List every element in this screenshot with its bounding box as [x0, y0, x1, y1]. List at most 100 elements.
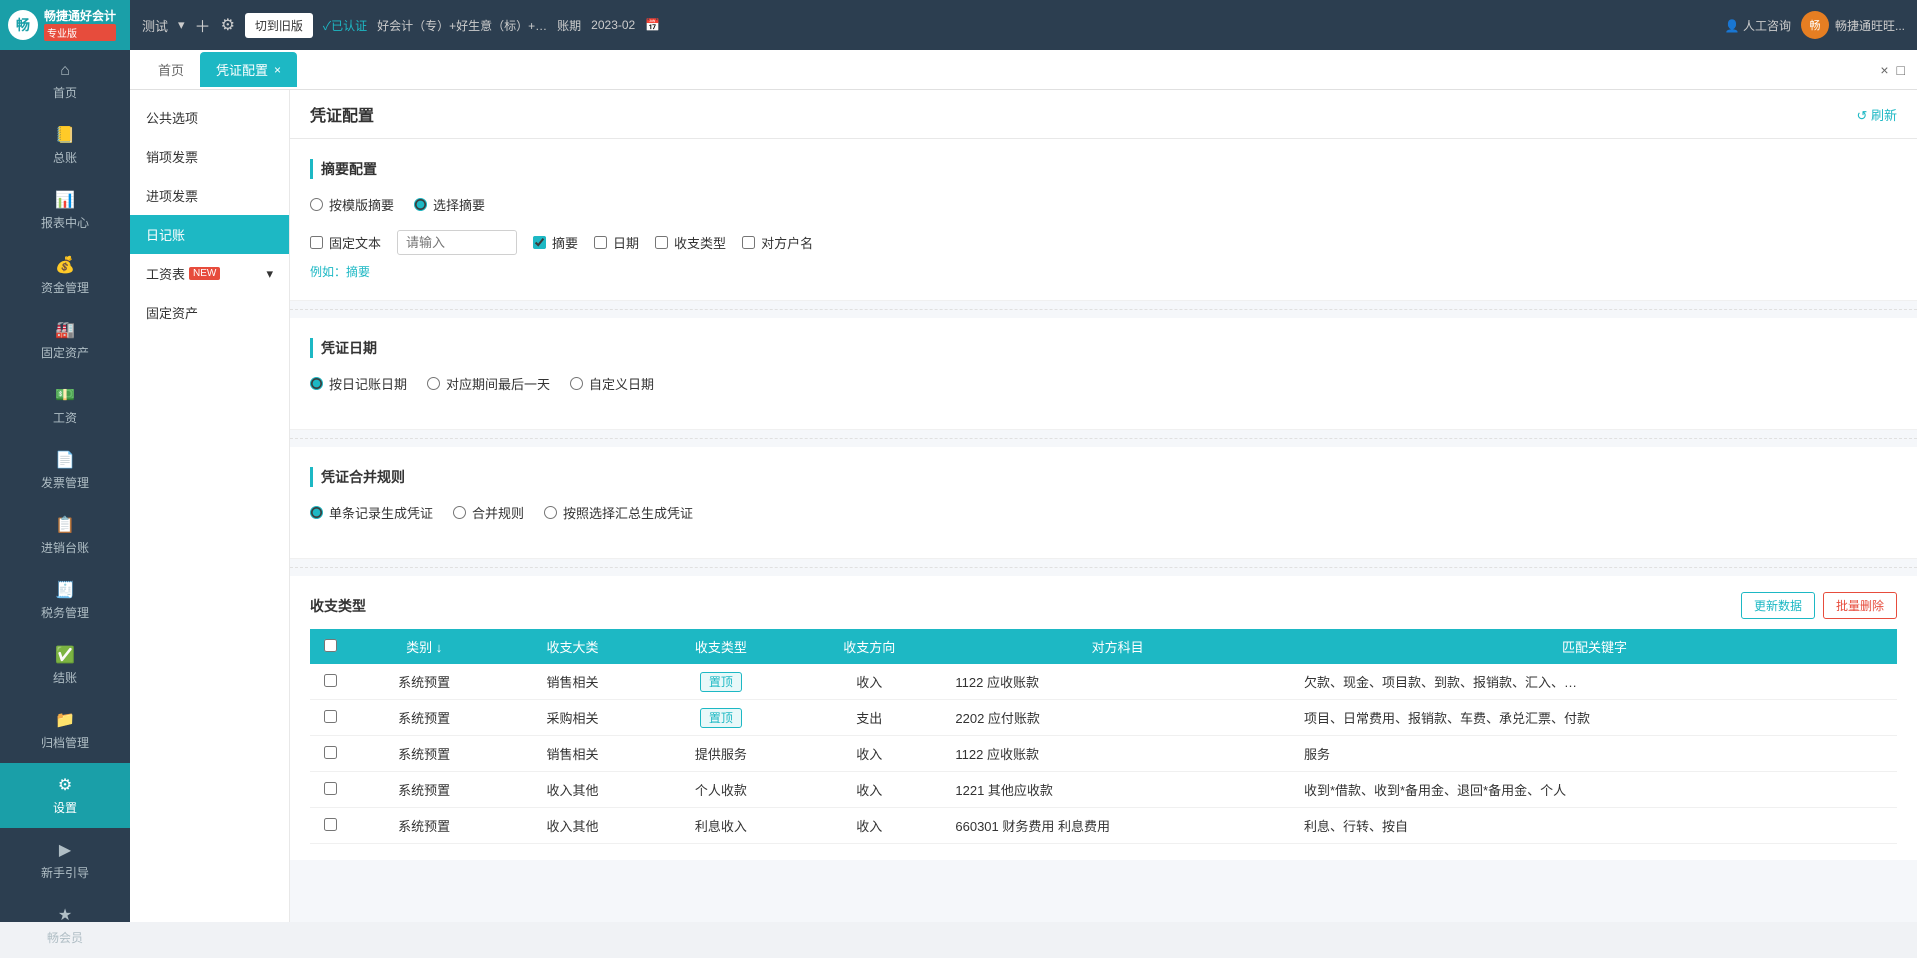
income-expense-section: 收支类型 更新数据 批量删除 类别 ↓ 收支大类 收支类型 收支方向: [290, 576, 1917, 860]
radio-merge-input[interactable]: [453, 506, 466, 519]
tax-icon: 🧾: [55, 580, 75, 600]
type-tag[interactable]: 置顶: [700, 672, 742, 692]
sidebar-item-home[interactable]: ⌂ 首页: [0, 50, 130, 113]
cell-keywords: 项目、日常费用、报销款、车费、承兑汇票、付款: [1292, 700, 1897, 736]
archive-icon: 📁: [55, 710, 75, 730]
radio-template[interactable]: 按模版摘要: [310, 195, 394, 214]
radio-single-record[interactable]: 单条记录生成凭证: [310, 503, 433, 522]
tab-home[interactable]: 首页: [142, 52, 200, 87]
payroll-icon: 💵: [55, 385, 75, 405]
tab-voucher-config[interactable]: 凭证配置 ×: [200, 52, 297, 87]
switch-version-button[interactable]: 切到旧版: [245, 13, 313, 38]
income-expense-title: 收支类型: [310, 596, 366, 616]
radio-select-input[interactable]: [414, 198, 427, 211]
dropdown-icon[interactable]: ▾: [178, 17, 185, 33]
calendar-icon[interactable]: 📅: [645, 18, 660, 32]
update-data-button[interactable]: 更新数据: [1741, 592, 1815, 619]
checkbox-fixed-text-input[interactable]: [310, 236, 323, 249]
leftnav-item-payroll-sheet[interactable]: 工资表 NEW ▾: [130, 254, 289, 293]
leftnav-item-sales-invoice[interactable]: 销项发票: [130, 137, 289, 176]
col-direction: 收支方向: [795, 629, 943, 664]
funds-icon: 💰: [55, 255, 75, 275]
maximize-window-button[interactable]: □: [1897, 62, 1905, 78]
radio-summary-generate[interactable]: 按照选择汇总生成凭证: [544, 503, 693, 522]
sidebar-item-sales-ledger[interactable]: 📋 进销台账: [0, 503, 130, 568]
sidebar-item-assets[interactable]: 🏭 固定资产: [0, 308, 130, 373]
radio-single-input[interactable]: [310, 506, 323, 519]
topbar-settings-icon[interactable]: ⚙: [221, 15, 235, 35]
row-checkbox-0[interactable]: [324, 674, 337, 687]
close-window-button[interactable]: ×: [1880, 62, 1888, 78]
leftnav-item-fixed-assets[interactable]: 固定资产: [130, 293, 289, 332]
leftnav-item-journal[interactable]: 日记账: [130, 215, 289, 254]
radio-custom-date[interactable]: 自定义日期: [570, 374, 654, 393]
radio-summary-input[interactable]: [544, 506, 557, 519]
checkbox-summary-input[interactable]: [533, 236, 546, 249]
cell-major: 收入其他: [498, 772, 646, 808]
checkbox-summary[interactable]: 摘要: [533, 233, 578, 252]
sidebar: 畅 畅捷通好会计 专业版 ⌂ 首页 📒 总账 📊 报表中心 💰 资金管理 🏭 固…: [0, 0, 130, 922]
sidebar-item-tax[interactable]: 🧾 税务管理: [0, 568, 130, 633]
invoice-icon: 📄: [55, 450, 75, 470]
radio-select[interactable]: 选择摘要: [414, 195, 485, 214]
radio-last-day-input[interactable]: [427, 377, 440, 390]
type-tag[interactable]: 置顶: [700, 708, 742, 728]
sidebar-item-label: 新手引导: [41, 864, 89, 881]
period-label: 账期: [557, 17, 581, 34]
sidebar-item-funds[interactable]: 💰 资金管理: [0, 243, 130, 308]
radio-merge-rule[interactable]: 合并规则: [453, 503, 524, 522]
cell-major: 销售相关: [498, 664, 646, 700]
sidebar-item-label: 设置: [53, 799, 77, 816]
row-checkbox-1[interactable]: [324, 710, 337, 723]
refresh-button[interactable]: ↺ 刷新: [1856, 105, 1897, 124]
cell-type: 利息收入: [647, 808, 795, 844]
sidebar-item-close-accounts[interactable]: ✅ 结账: [0, 633, 130, 698]
radio-journal-date[interactable]: 按日记账日期: [310, 374, 407, 393]
tab-close-icon[interactable]: ×: [274, 63, 281, 77]
select-all-checkbox[interactable]: [324, 639, 337, 652]
col-category: 类别 ↓: [350, 629, 498, 664]
date-section-title: 凭证日期: [310, 338, 1897, 358]
sidebar-item-ledger[interactable]: 📒 总账: [0, 113, 130, 178]
sidebar-item-payroll[interactable]: 💵 工资: [0, 373, 130, 438]
table-row: 系统预置 销售相关 置顶 收入 1122 应收账款 欠款、现金、项目款、到款、报…: [310, 664, 1897, 700]
leftnav-item-purchase-invoice[interactable]: 进项发票: [130, 176, 289, 215]
radio-custom-date-input[interactable]: [570, 377, 583, 390]
leftnav-item-public[interactable]: 公共选项: [130, 98, 289, 137]
sidebar-item-settings[interactable]: ⚙ 设置: [0, 763, 130, 828]
radio-last-day[interactable]: 对应期间最后一天: [427, 374, 550, 393]
sidebar-item-guide[interactable]: ▶ 新手引导: [0, 828, 130, 893]
sidebar-item-reports[interactable]: 📊 报表中心: [0, 178, 130, 243]
content-area: 公共选项 销项发票 进项发票 日记账 工资表 NEW ▾ 固定资产: [130, 90, 1917, 922]
checkbox-date[interactable]: 日期: [594, 233, 639, 252]
checkbox-payment-type-input[interactable]: [655, 236, 668, 249]
row-checkbox-2[interactable]: [324, 746, 337, 759]
sidebar-item-label: 总账: [53, 149, 77, 166]
app-logo: 畅 畅捷通好会计 专业版: [0, 0, 130, 50]
logo-sub: 专业版: [44, 24, 116, 41]
fixed-text-input[interactable]: [397, 230, 517, 255]
avatar: 畅: [1801, 11, 1829, 39]
sidebar-item-invoice[interactable]: 📄 发票管理: [0, 438, 130, 503]
checkbox-payment-type[interactable]: 收支类型: [655, 233, 726, 252]
row-checkbox-3[interactable]: [324, 782, 337, 795]
batch-delete-button[interactable]: 批量删除: [1823, 592, 1897, 619]
add-button[interactable]: ＋: [195, 13, 211, 37]
table-row: 系统预置 采购相关 置顶 支出 2202 应付账款 项目、日常费用、报销款、车费…: [310, 700, 1897, 736]
user-menu[interactable]: 畅 畅捷通旺旺...: [1801, 11, 1905, 39]
checkbox-fixed-text[interactable]: 固定文本: [310, 233, 381, 252]
sidebar-item-member[interactable]: ★ 畅会员: [0, 893, 130, 958]
ledger-icon: 📒: [55, 125, 75, 145]
radio-journal-date-input[interactable]: [310, 377, 323, 390]
radio-template-input[interactable]: [310, 198, 323, 211]
sidebar-item-archive[interactable]: 📁 归档管理: [0, 698, 130, 763]
page-header: 凭证配置 ↺ 刷新: [290, 90, 1917, 139]
row-checkbox-4[interactable]: [324, 818, 337, 831]
checkbox-date-input[interactable]: [594, 236, 607, 249]
sidebar-item-label: 归档管理: [41, 734, 89, 751]
table-row: 系统预置 收入其他 利息收入 收入 660301 财务费用 利息费用 利息、行转…: [310, 808, 1897, 844]
checkbox-counterpart-input[interactable]: [742, 236, 755, 249]
customer-service-button[interactable]: 👤 人工咨询: [1725, 17, 1791, 34]
col-type: 收支类型: [647, 629, 795, 664]
checkbox-counterpart-name[interactable]: 对方户名: [742, 233, 813, 252]
